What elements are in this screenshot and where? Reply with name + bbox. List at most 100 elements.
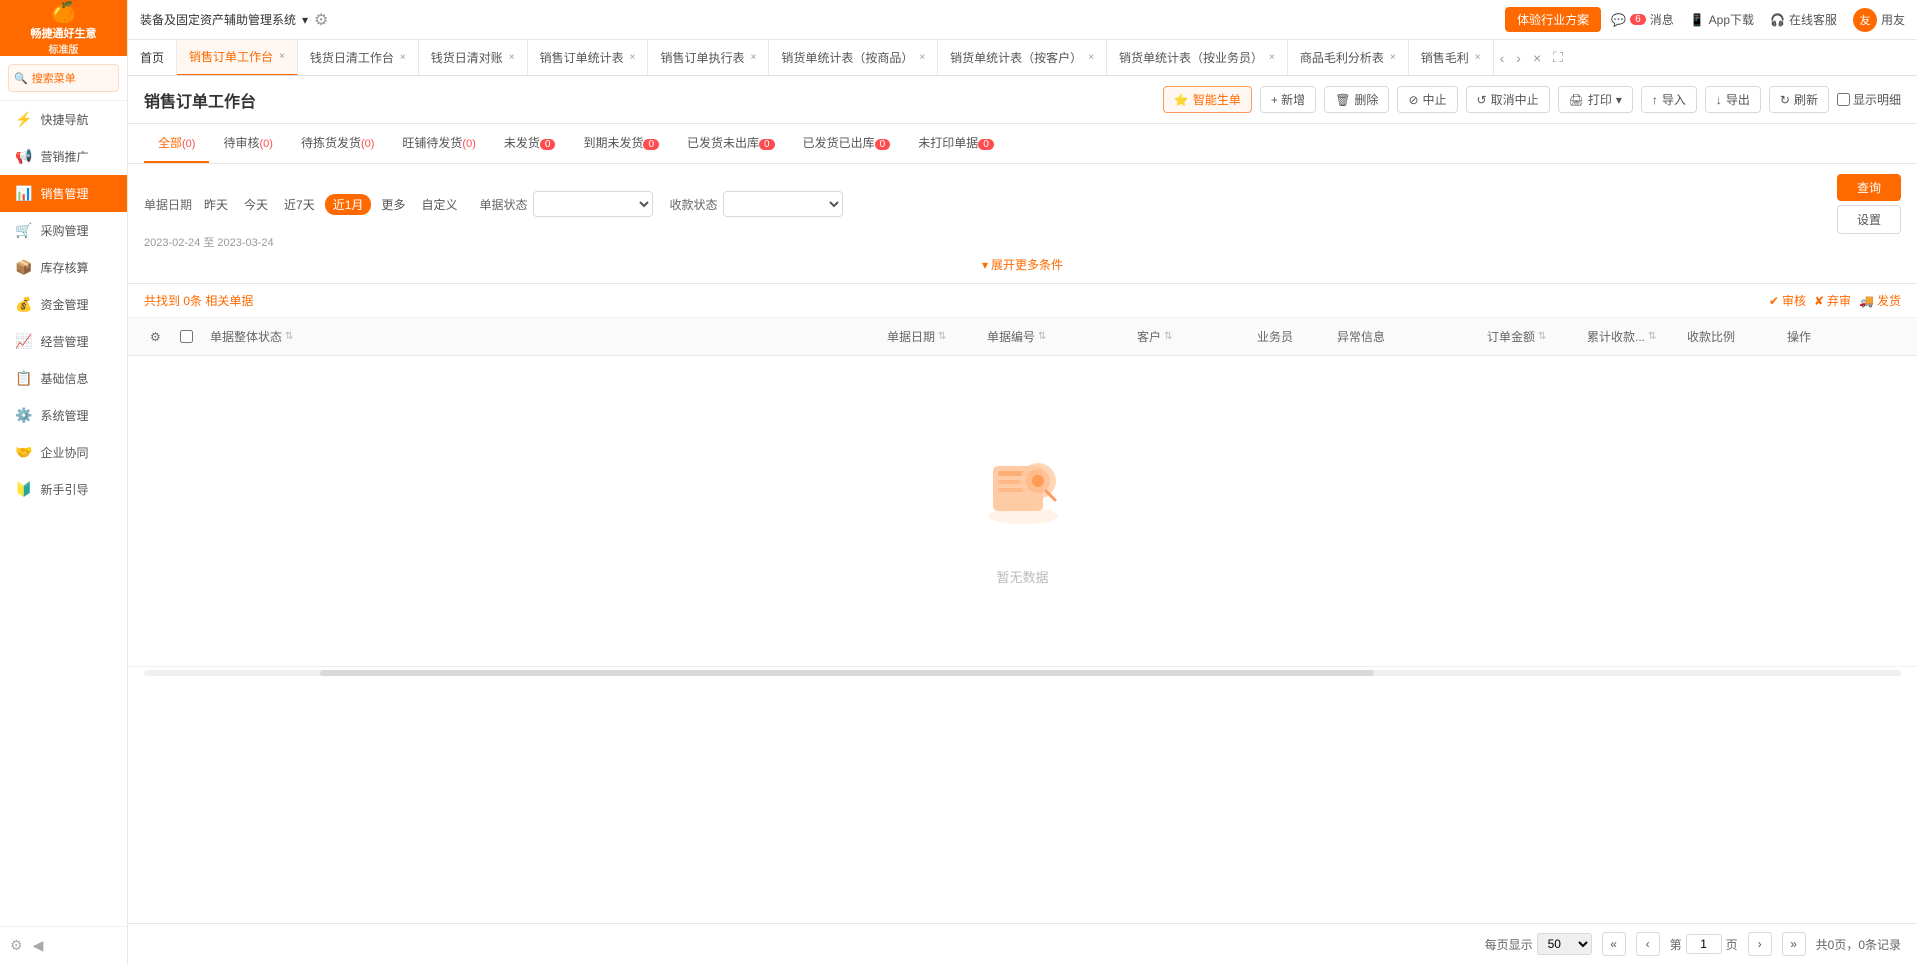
sub-tab-all[interactable]: 全部(0) [144, 124, 209, 163]
th-received[interactable]: 累计收款... ⇅ [1581, 318, 1681, 355]
status-select[interactable] [533, 191, 653, 217]
sub-tab-shipped-out[interactable]: 已发货已出库0 [789, 124, 905, 163]
sidebar-item-inventory[interactable]: 📦 库存核算 [0, 249, 127, 286]
last7-btn[interactable]: 近7天 [278, 194, 321, 215]
app-download-button[interactable]: 📱 App下载 [1690, 11, 1754, 28]
query-button[interactable]: 查询 [1837, 174, 1901, 201]
ship-toolbar-btn[interactable]: 🚚 发货 [1859, 292, 1901, 309]
sidebar-item-basic[interactable]: 📋 基础信息 [0, 360, 127, 397]
tab-sales-stat-customer[interactable]: 销货单统计表（按客户） × [938, 40, 1107, 76]
tab-sales-profit[interactable]: 销售毛利 × [1409, 40, 1494, 76]
cancel-review-toolbar-btn[interactable]: ✘ 弃审 [1814, 292, 1851, 309]
review-toolbar-btn[interactable]: ✔ 审核 [1769, 292, 1806, 309]
tab-cash-daily[interactable]: 钱货日清工作台 × [298, 40, 419, 76]
stop-button[interactable]: ⊘ 中止 [1397, 86, 1457, 113]
cancel-stop-button[interactable]: ↺ 取消中止 [1466, 86, 1550, 113]
payment-select[interactable] [723, 191, 843, 217]
sub-tab-not-printed[interactable]: 未打印单据0 [904, 124, 1008, 163]
th-checkbox[interactable] [174, 318, 204, 355]
tab-close-icon[interactable]: × [1475, 52, 1481, 63]
tabs-close-all-btn[interactable]: × [1527, 50, 1547, 66]
tab-close-icon[interactable]: × [400, 52, 406, 63]
detail-checkbox[interactable] [1837, 93, 1850, 106]
settings-bottom-icon[interactable]: ⚙ [10, 937, 23, 954]
user-menu[interactable]: 友 用友 [1853, 8, 1905, 32]
tabs-prev-btn[interactable]: ‹ [1494, 50, 1511, 66]
sub-tab-wangpu[interactable]: 旺铺待发货(0) [388, 124, 489, 163]
more-date-btn[interactable]: 更多 [375, 194, 411, 215]
sidebar-item-purchase[interactable]: 🛒 采购管理 [0, 212, 127, 249]
expand-filter-button[interactable]: ▾ 展开更多条件 [982, 256, 1063, 273]
th-date[interactable]: 单据日期 ⇅ [881, 318, 981, 355]
add-button[interactable]: + 新增 [1260, 86, 1316, 113]
per-page-select[interactable]: 50 20 100 [1537, 933, 1592, 955]
sidebar-item-enterprise[interactable]: 🤝 企业协同 [0, 434, 127, 471]
print-button[interactable]: 🖨 打印 ▾ [1558, 86, 1633, 113]
sub-tab-overdue[interactable]: 到期未发货0 [569, 124, 673, 163]
tab-close-icon[interactable]: × [279, 51, 285, 62]
tabs-next-btn[interactable]: › [1510, 50, 1527, 66]
smart-create-button[interactable]: ⭐ 智能生单 [1163, 86, 1252, 113]
sub-tab-pending-inspect[interactable]: 待拣货发货(0) [287, 124, 388, 163]
first-page-btn[interactable]: « [1602, 932, 1626, 956]
tab-cash-reconcile[interactable]: 钱货日清对账 × [419, 40, 528, 76]
last-month-btn[interactable]: 近1月 [325, 194, 372, 215]
message-button[interactable]: 💬 6 消息 [1611, 11, 1674, 28]
th-amount[interactable]: 订单金额 ⇅ [1481, 318, 1581, 355]
horizontal-scrollbar[interactable] [128, 666, 1917, 678]
tab-sales-exec[interactable]: 销售订单执行表 × [648, 40, 769, 76]
tab-sales-workbench[interactable]: 销售订单工作台 × [177, 40, 298, 76]
topbar-settings-icon[interactable]: ⚙ [314, 10, 328, 30]
set-button[interactable]: 设置 [1837, 205, 1901, 234]
tab-gross-profit[interactable]: 商品毛利分析表 × [1288, 40, 1409, 76]
sidebar-item-quick-nav[interactable]: ⚡ 快捷导航 [0, 101, 127, 138]
th-settings[interactable]: ⚙ [144, 318, 174, 355]
detail-checkbox-label[interactable]: 显示明细 [1837, 91, 1901, 108]
sidebar-item-operation[interactable]: 📈 经营管理 [0, 323, 127, 360]
sidebar-item-sales[interactable]: 📊 销售管理 [0, 175, 127, 212]
search-menu-button[interactable]: 🔍 搜索菜单 [8, 64, 119, 92]
th-staff[interactable]: 业务员 [1251, 318, 1331, 355]
scrollbar-thumb[interactable] [320, 670, 1374, 676]
sidebar-item-guide[interactable]: 🔰 新手引导 [0, 471, 127, 508]
tab-close-icon[interactable]: × [509, 52, 515, 63]
today-btn[interactable]: 今天 [238, 194, 274, 215]
tab-close-icon[interactable]: × [630, 52, 636, 63]
yesterday-btn[interactable]: 昨天 [198, 194, 234, 215]
tab-close-icon[interactable]: × [750, 52, 756, 63]
import-button[interactable]: ↑ 导入 [1641, 86, 1697, 113]
export-button[interactable]: ↓ 导出 [1705, 86, 1761, 113]
tab-close-icon[interactable]: × [919, 52, 925, 63]
th-status[interactable]: 单据整体状态 ⇅ [204, 318, 881, 355]
sub-tab-pending-review[interactable]: 待审核(0) [209, 124, 286, 163]
next-page-btn[interactable]: › [1748, 932, 1772, 956]
tab-close-icon[interactable]: × [1269, 52, 1275, 63]
sub-tab-not-shipped[interactable]: 未发货0 [490, 124, 570, 163]
sidebar-item-finance[interactable]: 💰 资金管理 [0, 286, 127, 323]
page-number-input[interactable] [1686, 934, 1722, 954]
tab-sales-stat[interactable]: 销售订单统计表 × [528, 40, 649, 76]
sidebar-item-system[interactable]: ⚙️ 系统管理 [0, 397, 127, 434]
tab-sales-stat-staff[interactable]: 销货单统计表（按业务员） × [1107, 40, 1288, 76]
prev-page-btn[interactable]: ‹ [1636, 932, 1660, 956]
industry-plan-button[interactable]: 体验行业方案 [1505, 7, 1601, 32]
select-all-checkbox[interactable] [180, 330, 193, 343]
last-page-btn[interactable]: » [1782, 932, 1806, 956]
tabs-maximize-btn[interactable]: ⛶ [1547, 49, 1569, 66]
refresh-button[interactable]: ↻ 刷新 [1769, 86, 1829, 113]
delete-button[interactable]: 🗑 删除 [1324, 86, 1389, 113]
tab-sales-stat-product[interactable]: 销货单统计表（按商品） × [769, 40, 938, 76]
collapse-sidebar-icon[interactable]: ◀ [33, 937, 44, 954]
tab-home[interactable]: 首页 [128, 40, 177, 76]
scrollbar-track [144, 670, 1901, 676]
topbar-dropdown-icon[interactable]: ▾ [302, 13, 308, 27]
sidebar-item-marketing[interactable]: 📢 营销推广 [0, 138, 127, 175]
sub-tab-shipped-not-out[interactable]: 已发货未出库0 [673, 124, 789, 163]
tab-close-icon[interactable]: × [1088, 52, 1094, 63]
th-customer[interactable]: 客户 ⇅ [1131, 318, 1251, 355]
custom-date-btn[interactable]: 自定义 [415, 194, 463, 215]
th-abnormal[interactable]: 异常信息 [1331, 318, 1481, 355]
th-number[interactable]: 单据编号 ⇅ [981, 318, 1131, 355]
tab-close-icon[interactable]: × [1390, 52, 1396, 63]
online-service-button[interactable]: 🎧 在线客服 [1770, 11, 1837, 28]
